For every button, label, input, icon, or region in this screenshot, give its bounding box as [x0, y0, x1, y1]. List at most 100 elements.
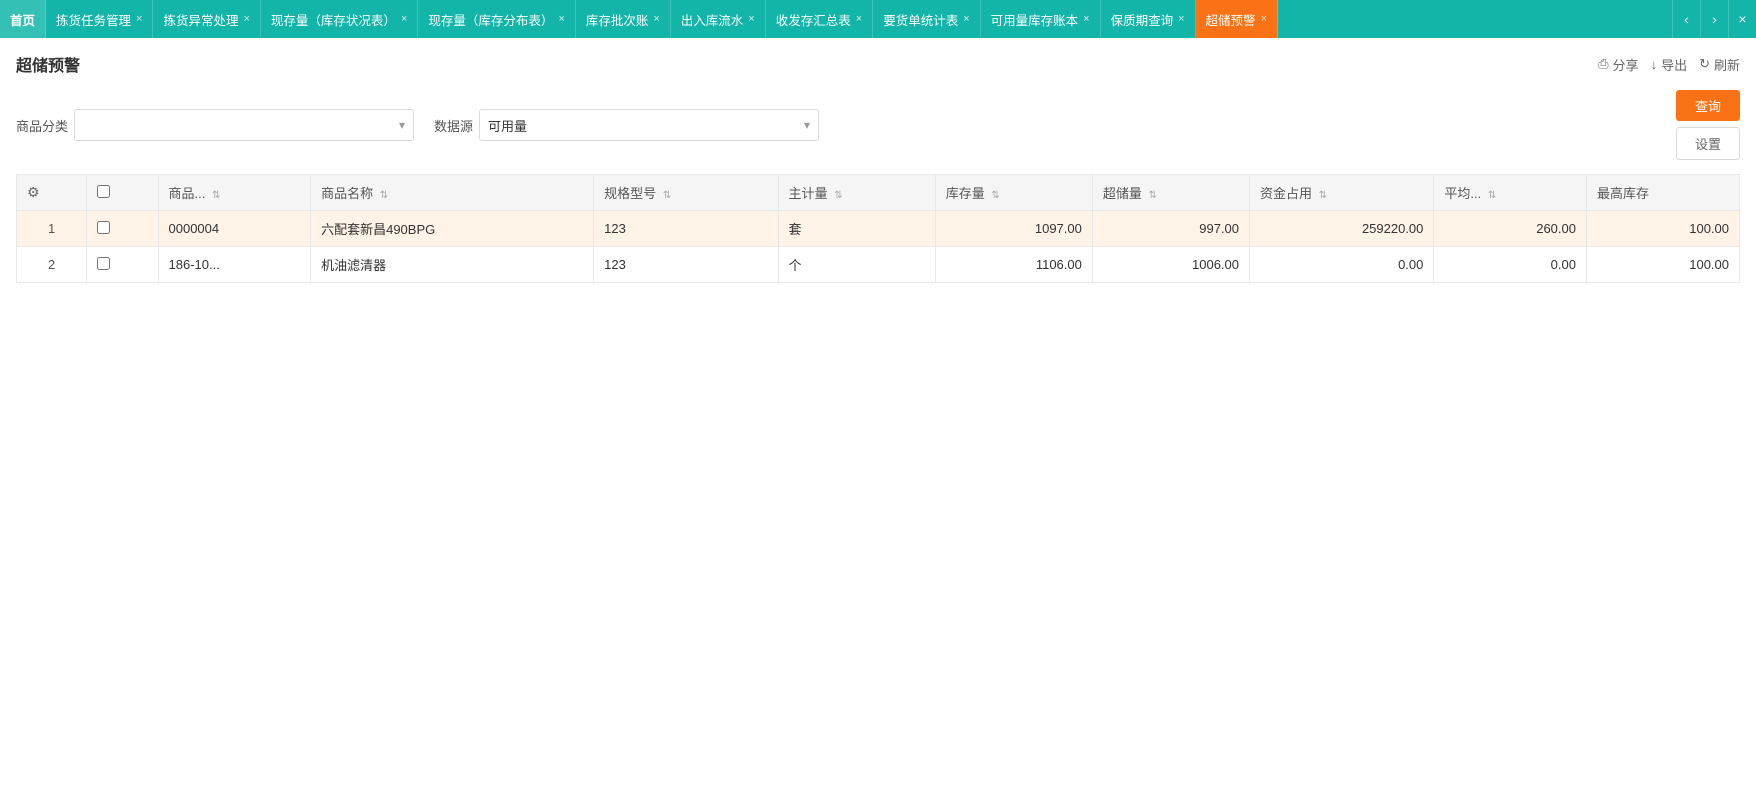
row-checkbox[interactable] — [97, 221, 110, 234]
nav-arrows: ‹ › × — [1672, 0, 1756, 38]
nav-tab-batch[interactable]: 库存批次账 × — [576, 0, 671, 38]
nav-tab-avail-ledger[interactable]: 可用量库存账本 × — [981, 0, 1101, 38]
th-checkbox — [87, 175, 158, 211]
cell-stock-qty: 1097.00 — [935, 211, 1092, 247]
page-header: 超储预警 ⎙ 分享 ↓ 导出 ↻ 刷新 — [16, 52, 1740, 76]
th-settings: ⚙ — [17, 175, 87, 211]
close-tab-recv[interactable]: × — [856, 13, 862, 25]
datasource-filter: 数据源 可用量 ▾ — [434, 109, 819, 141]
close-tab-overstock[interactable]: × — [1261, 13, 1267, 25]
th-avg: 平均... ⇅ — [1434, 175, 1587, 211]
nav-tab-order-stat[interactable]: 要货单统计表 × — [873, 0, 980, 38]
share-button[interactable]: ⎙ 分享 — [1598, 55, 1638, 74]
sort-icon-capital-used[interactable]: ⇅ — [1319, 190, 1327, 201]
cell-max-stock: 100.00 — [1586, 247, 1739, 283]
select-all-checkbox[interactable] — [97, 185, 110, 198]
datasource-label: 数据源 — [434, 116, 473, 135]
refresh-icon: ↻ — [1699, 56, 1710, 72]
nav-tab-stock-status[interactable]: 现存量（库存状况表） × — [261, 0, 418, 38]
export-button[interactable]: ↓ 导出 — [1651, 55, 1688, 74]
cell-product-code: 186-10... — [158, 247, 311, 283]
settings-button[interactable]: 设置 — [1676, 127, 1740, 160]
table-row: 1 0000004 六配套新昌490BPG 123 套 1097.00 997.… — [17, 211, 1740, 247]
nav-next-button[interactable]: › — [1700, 0, 1728, 38]
share-icon: ⎙ — [1598, 56, 1608, 72]
nav-tab-task[interactable]: 拣货任务管理 × — [46, 0, 153, 38]
gear-icon[interactable]: ⚙ — [27, 184, 40, 200]
th-capital-used: 资金占用 ⇅ — [1250, 175, 1434, 211]
category-select[interactable]: ▾ — [74, 109, 414, 141]
table-row: 2 186-10... 机油滤清器 123 个 1106.00 1006.00 … — [17, 247, 1740, 283]
row-checkbox[interactable] — [97, 257, 110, 270]
filter-buttons: 查询 设置 — [1676, 90, 1740, 160]
cell-overstock-qty: 997.00 — [1092, 211, 1249, 247]
filter-area: 商品分类 ▾ 数据源 可用量 ▾ 查询 设置 — [16, 90, 1740, 160]
row-num: 1 — [17, 211, 87, 247]
cell-avg: 260.00 — [1434, 211, 1587, 247]
th-stock-qty: 库存量 ⇅ — [935, 175, 1092, 211]
row-checkbox-cell — [87, 247, 158, 283]
nav-tab-stock-dist[interactable]: 现存量（库存分布表） × — [418, 0, 575, 38]
cell-capital-used: 0.00 — [1250, 247, 1434, 283]
close-tab-stock-dist[interactable]: × — [558, 13, 564, 25]
category-label: 商品分类 — [16, 116, 68, 135]
top-navigation: 首页 拣货任务管理 × 拣货异常处理 × 现存量（库存状况表） × 现存量（库存… — [0, 0, 1756, 38]
close-tab-exception[interactable]: × — [243, 13, 249, 25]
page-title: 超储预警 — [16, 52, 80, 76]
cell-stock-qty: 1106.00 — [935, 247, 1092, 283]
sort-icon-stock-qty[interactable]: ⇅ — [991, 190, 999, 201]
refresh-button[interactable]: ↻ 刷新 — [1699, 55, 1740, 74]
cell-spec: 123 — [594, 247, 778, 283]
th-overstock-qty: 超储量 ⇅ — [1092, 175, 1249, 211]
close-tab-stock-status[interactable]: × — [401, 13, 407, 25]
cell-spec: 123 — [594, 211, 778, 247]
nav-tab-overstock[interactable]: 超储预警 × — [1196, 0, 1278, 38]
sort-icon-product-code[interactable]: ⇅ — [212, 190, 220, 201]
page-container: 超储预警 ⎙ 分享 ↓ 导出 ↻ 刷新 商品分类 ▾ — [0, 38, 1756, 297]
close-tab-avail-ledger[interactable]: × — [1083, 13, 1089, 25]
close-tab-order-stat[interactable]: × — [963, 13, 969, 25]
row-checkbox-cell — [87, 211, 158, 247]
th-product-code: 商品... ⇅ — [158, 175, 311, 211]
chevron-down-icon: ▾ — [399, 118, 405, 132]
cell-product-code: 0000004 — [158, 211, 311, 247]
chevron-down-icon-2: ▾ — [804, 118, 810, 132]
close-tab-inout[interactable]: × — [748, 13, 754, 25]
th-spec: 规格型号 ⇅ — [594, 175, 778, 211]
th-max-stock: 最高库存 — [1586, 175, 1739, 211]
cell-overstock-qty: 1006.00 — [1092, 247, 1249, 283]
datasource-select[interactable]: 可用量 ▾ — [479, 109, 819, 141]
close-tab-task[interactable]: × — [136, 13, 142, 25]
nav-tab-recv[interactable]: 收发存汇总表 × — [766, 0, 873, 38]
page-actions: ⎙ 分享 ↓ 导出 ↻ 刷新 — [1598, 55, 1740, 74]
category-filter: 商品分类 ▾ — [16, 109, 414, 141]
sort-icon-unit[interactable]: ⇅ — [834, 190, 842, 201]
nav-close-button[interactable]: × — [1728, 0, 1756, 38]
th-product-name: 商品名称 ⇅ — [311, 175, 594, 211]
nav-tab-home[interactable]: 首页 — [0, 0, 46, 38]
table-header-row: ⚙ 商品... ⇅ 商品名称 ⇅ 规格型号 ⇅ 主计量 — [17, 175, 1740, 211]
query-button[interactable]: 查询 — [1676, 90, 1740, 121]
datasource-select-value: 可用量 — [488, 116, 527, 135]
cell-unit: 套 — [778, 211, 935, 247]
close-tab-batch[interactable]: × — [653, 13, 659, 25]
nav-tab-quality[interactable]: 保质期查询 × — [1101, 0, 1196, 38]
close-tab-quality[interactable]: × — [1178, 13, 1184, 25]
cell-max-stock: 100.00 — [1586, 211, 1739, 247]
sort-icon-spec[interactable]: ⇅ — [663, 190, 671, 201]
sort-icon-product-name[interactable]: ⇅ — [380, 190, 388, 201]
nav-tab-inout[interactable]: 出入库流水 × — [671, 0, 766, 38]
cell-unit: 个 — [778, 247, 935, 283]
cell-product-name: 机油滤清器 — [311, 247, 594, 283]
cell-product-name: 六配套新昌490BPG — [311, 211, 594, 247]
data-table: ⚙ 商品... ⇅ 商品名称 ⇅ 规格型号 ⇅ 主计量 — [16, 174, 1740, 283]
cell-capital-used: 259220.00 — [1250, 211, 1434, 247]
sort-icon-overstock-qty[interactable]: ⇅ — [1149, 190, 1157, 201]
export-icon: ↓ — [1651, 57, 1658, 72]
cell-avg: 0.00 — [1434, 247, 1587, 283]
sort-icon-avg[interactable]: ⇅ — [1488, 190, 1496, 201]
row-num: 2 — [17, 247, 87, 283]
nav-tab-exception[interactable]: 拣货异常处理 × — [153, 0, 260, 38]
nav-prev-button[interactable]: ‹ — [1672, 0, 1700, 38]
th-unit: 主计量 ⇅ — [778, 175, 935, 211]
